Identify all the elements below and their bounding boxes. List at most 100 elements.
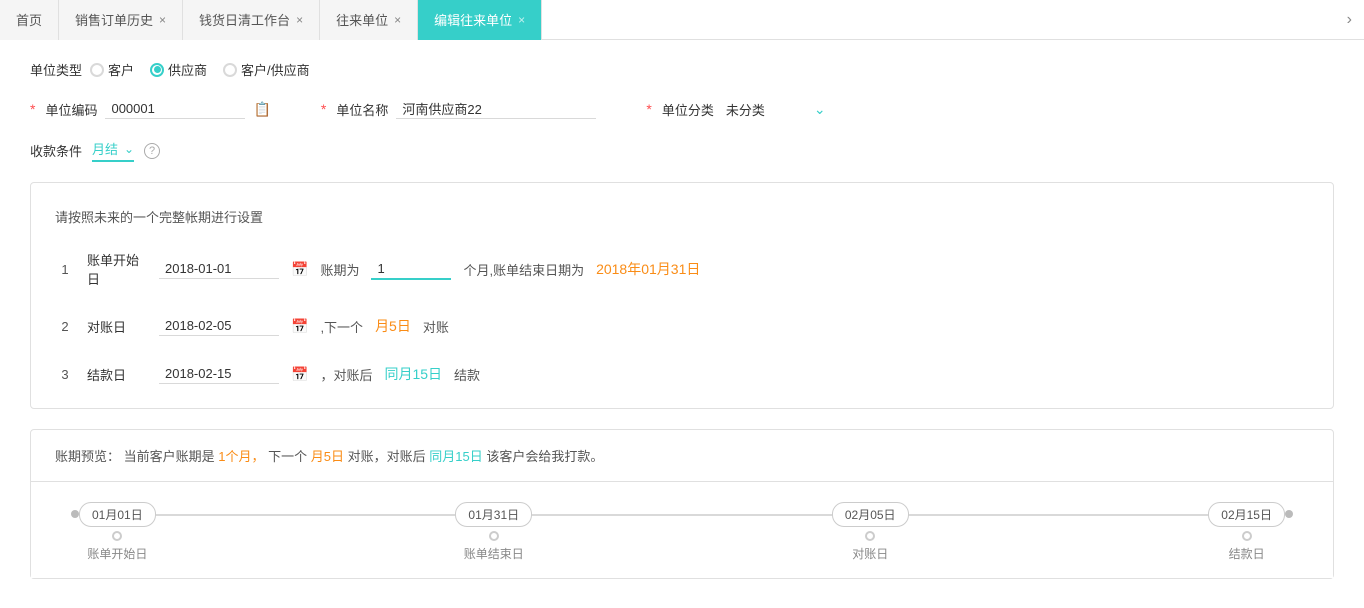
unit-category-field: * 单位分类 未分类 ⌄	[646, 100, 825, 119]
calendar-icon-1[interactable]: 📅	[291, 261, 308, 278]
period-desc-2a: ,下一个	[320, 317, 363, 336]
preview-text3: 对账，对账后	[348, 449, 426, 464]
period-desc-suffix-1: 个月,账单结束日期为	[463, 260, 584, 279]
timeline-node-4: 02月15日 结款日	[1208, 502, 1285, 562]
radio-circle-customer-supplier	[223, 63, 237, 77]
unit-name-input[interactable]	[396, 99, 596, 119]
radio-customer[interactable]: 客户	[90, 60, 134, 79]
period-row-1: 1 账单开始日 📅 账期为 个月,账单结束日期为 2018年01月31日	[55, 250, 1309, 288]
timeline-badge-2: 01月31日	[455, 502, 532, 527]
period-desc-3b: 结款	[454, 365, 480, 384]
unit-code-label: 单位编码	[45, 100, 97, 119]
close-icon[interactable]: ×	[159, 13, 166, 27]
tab-partner-label: 往来单位	[336, 10, 388, 29]
unit-category-value: 未分类	[726, 100, 806, 119]
preview-highlight1: 1个月，	[218, 449, 264, 464]
unit-name-label: 单位名称	[336, 100, 388, 119]
radio-group-unit-type: 客户 供应商 客户/供应商	[90, 60, 310, 79]
period-num-2: 2	[55, 319, 75, 334]
tab-edit-partner-label: 编辑往来单位	[434, 10, 512, 29]
calendar-icon-2[interactable]: 📅	[291, 318, 308, 335]
period-num-1: 1	[55, 262, 75, 277]
tab-sales-history-label: 销售订单历史	[75, 10, 153, 29]
period-desc-prefix-1: 账期为	[320, 260, 359, 279]
preview-label: 账期预览：	[55, 449, 120, 464]
payment-condition-value: 月结	[92, 139, 118, 158]
period-row-3: 3 结款日 📅 ，对账后 同月15日 结款	[55, 364, 1309, 384]
period-field-label-3: 结款日	[87, 365, 147, 384]
timeline-label-1: 账单开始日	[87, 545, 147, 562]
preview-highlight3: 同月15日	[429, 449, 482, 464]
tabs-bar: 首页 销售订单历史 × 钱货日清工作台 × 往来单位 × 编辑往来单位 × ›	[0, 0, 1364, 40]
radio-supplier-label: 供应商	[168, 60, 207, 79]
timeline-node-1: 01月01日 账单开始日	[79, 502, 156, 562]
tl-node-dot-3	[865, 531, 875, 541]
radio-supplier[interactable]: 供应商	[150, 60, 207, 79]
period-field-label-2: 对账日	[87, 317, 147, 336]
tab-more-button[interactable]: ›	[1335, 0, 1364, 40]
tab-cash-work[interactable]: 钱货日清工作台 ×	[183, 0, 320, 40]
preview-section: 账期预览： 当前客户账期是 1个月， 下一个 月5日 对账，对账后 同月15日 …	[30, 429, 1334, 579]
radio-circle-supplier	[150, 63, 164, 77]
radio-customer-label: 客户	[108, 60, 134, 79]
calendar-icon-3[interactable]: 📅	[291, 366, 308, 383]
help-icon[interactable]: ?	[144, 143, 160, 159]
tab-cash-work-label: 钱货日清工作台	[199, 10, 290, 29]
payment-select-arrow-icon: ⌄	[124, 142, 134, 156]
unit-code-input[interactable]	[105, 99, 245, 119]
period-row-2: 2 对账日 📅 ,下一个 月5日 对账	[55, 316, 1309, 336]
radio-circle-customer	[90, 63, 104, 77]
main-content: 单位类型 客户 供应商 客户/供应商 * 单位编码	[0, 40, 1364, 608]
preview-text: 账期预览： 当前客户账期是 1个月， 下一个 月5日 对账，对账后 同月15日 …	[31, 430, 1333, 482]
payment-condition-row: 收款条件 月结 ⌄ ?	[30, 139, 1334, 162]
period-box-title: 请按照未来的一个完整帐期进行设置	[55, 207, 1309, 226]
help-question-mark: ?	[149, 145, 155, 157]
tl-node-dot-4	[1242, 531, 1252, 541]
category-dropdown-icon[interactable]: ⌄	[814, 101, 826, 118]
timeline-badge-4: 02月15日	[1208, 502, 1285, 527]
timeline-section: 01月01日 账单开始日 01月31日 账单结束日 02月05日	[31, 482, 1333, 578]
tab-partner[interactable]: 往来单位 ×	[320, 0, 418, 40]
timeline-label-3: 对账日	[852, 545, 888, 562]
unit-category-label: 单位分类	[662, 100, 714, 119]
preview-text2: 下一个	[268, 449, 307, 464]
tab-home[interactable]: 首页	[0, 0, 59, 40]
end-date-highlight: 2018年01月31日	[596, 259, 700, 279]
radio-customer-supplier[interactable]: 客户/供应商	[223, 60, 310, 79]
timeline-label-2: 账单结束日	[464, 545, 524, 562]
close-icon[interactable]: ×	[394, 13, 401, 27]
timeline-node-3: 02月05日 对账日	[832, 502, 909, 562]
timeline-badge-3: 02月05日	[832, 502, 909, 527]
unit-type-field: 单位类型 客户 供应商 客户/供应商	[30, 60, 310, 79]
preview-highlight2: 月5日	[311, 449, 344, 464]
start-date-input[interactable]	[159, 259, 279, 279]
unit-type-row: 单位类型 客户 供应商 客户/供应商	[30, 60, 1334, 79]
required-star-category: *	[646, 101, 651, 117]
tab-edit-partner[interactable]: 编辑往来单位 ×	[418, 0, 542, 40]
timeline-badge-1: 01月01日	[79, 502, 156, 527]
reconcile-date-input[interactable]	[159, 316, 279, 336]
preview-text4: 该客户会给我打款。	[486, 449, 603, 464]
tab-sales-history[interactable]: 销售订单历史 ×	[59, 0, 183, 40]
calendar-icon[interactable]: 📋	[253, 101, 270, 118]
required-star-name: *	[321, 101, 326, 117]
reconcile-day-highlight: 月5日	[375, 316, 411, 336]
payment-date-input[interactable]	[159, 364, 279, 384]
required-star: *	[30, 101, 35, 117]
unit-name-field: * 单位名称	[321, 99, 596, 119]
period-number-input[interactable]	[371, 259, 451, 280]
tl-node-dot-2	[489, 531, 499, 541]
timeline-start-dot	[71, 510, 79, 518]
period-desc-2b: 对账	[423, 317, 449, 336]
payment-condition-label: 收款条件	[30, 141, 82, 160]
timeline-node-2: 01月31日 账单结束日	[455, 502, 532, 562]
close-icon[interactable]: ×	[518, 13, 525, 27]
unit-type-label: 单位类型	[30, 60, 82, 79]
timeline-end-dot	[1285, 510, 1293, 518]
timeline-label-4: 结款日	[1229, 545, 1265, 562]
tab-home-label: 首页	[16, 10, 42, 29]
payment-condition-select[interactable]: 月结 ⌄	[92, 139, 134, 162]
period-desc-3a: ，对账后	[320, 365, 372, 384]
payment-day-highlight: 同月15日	[384, 364, 442, 384]
close-icon[interactable]: ×	[296, 13, 303, 27]
